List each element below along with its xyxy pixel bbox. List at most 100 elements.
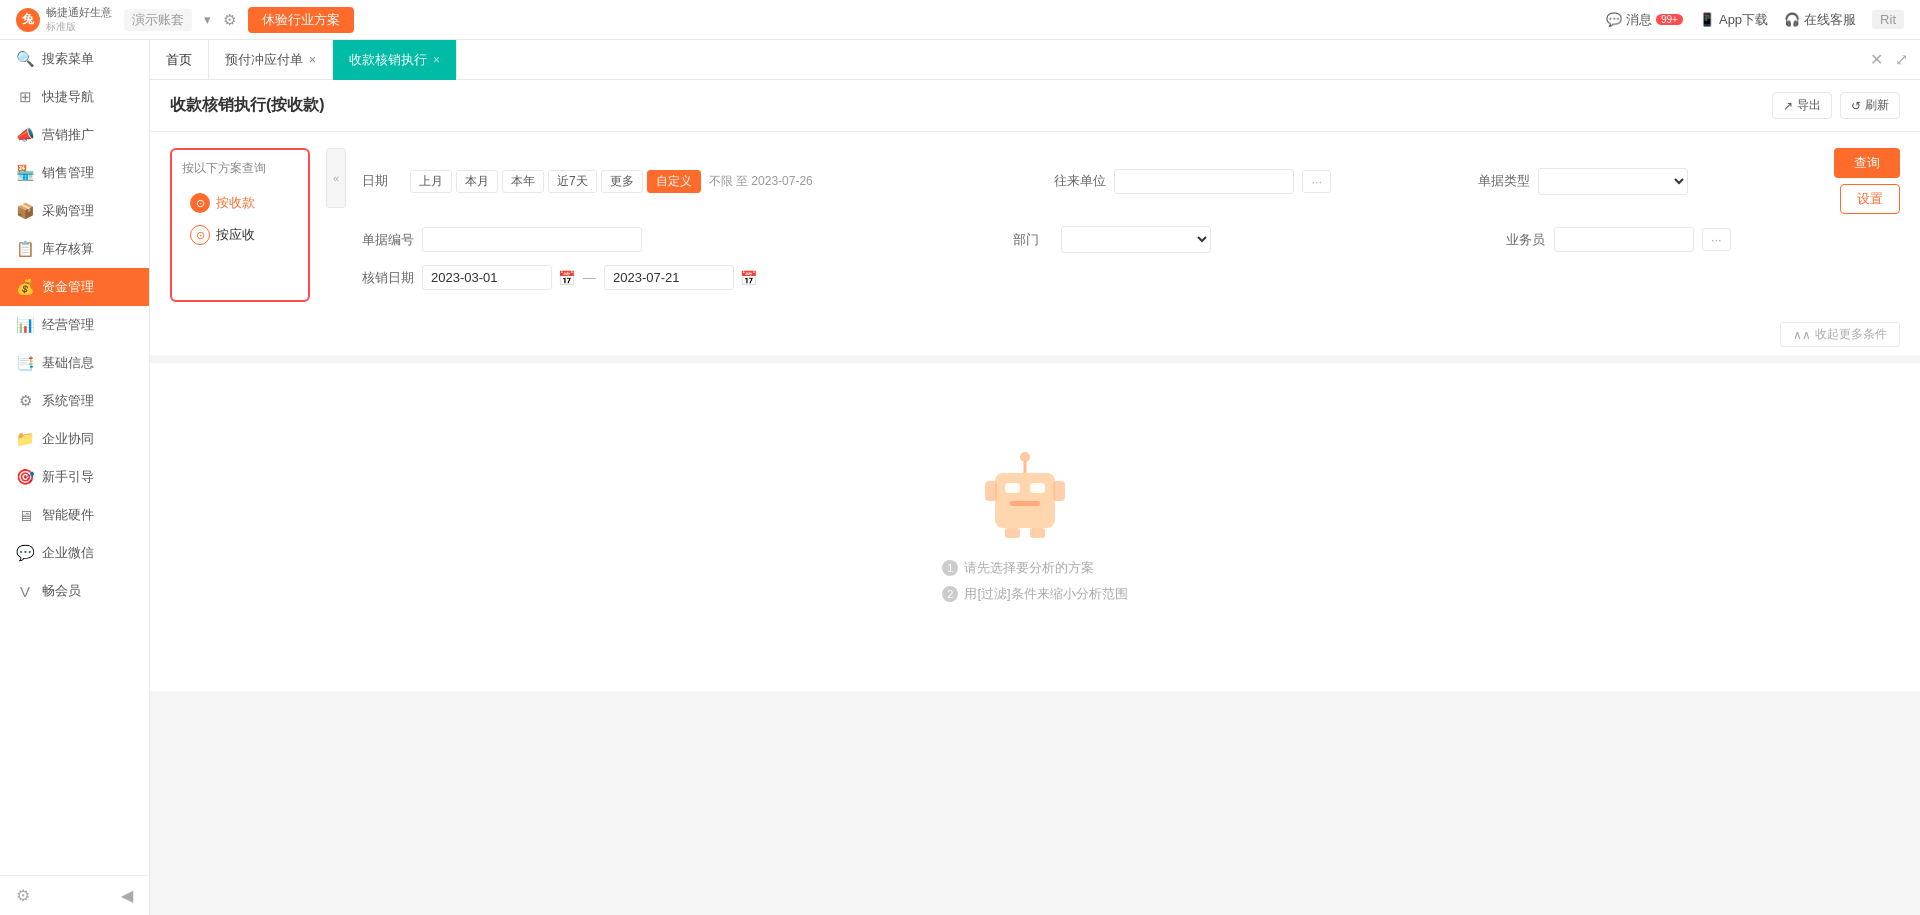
sidebar-item-member[interactable]: V 畅会员 — [0, 572, 149, 610]
query-row-2: 单据编号 部门 业务员 ··· — [362, 226, 1900, 253]
empty-state: 1 请先选择要分析的方案 2 用[过滤]条件来缩小分析范围 — [150, 363, 1920, 691]
date-btn-custom[interactable]: 自定义 — [647, 170, 701, 193]
filter-option-by-receivable[interactable]: ⊙ 按应收 — [182, 219, 298, 251]
sidebar-item-enterprise[interactable]: 📁 企业协同 — [0, 420, 149, 458]
sidebar-item-hardware[interactable]: 🖥 智能硬件 — [0, 496, 149, 534]
svg-rect-5 — [1053, 481, 1065, 501]
receipt-icon: ⊙ — [190, 193, 210, 213]
doc-type-select[interactable] — [1538, 168, 1688, 195]
tab-collection[interactable]: 收款核销执行 × — [333, 40, 457, 80]
target-icon: 🎯 — [16, 468, 34, 486]
tab-home[interactable]: 首页 — [150, 40, 209, 80]
verify-date-start[interactable] — [422, 265, 552, 290]
tab-collection-close[interactable]: × — [433, 53, 440, 67]
search-icon: 🔍 — [16, 50, 34, 68]
verify-date-end[interactable] — [604, 265, 734, 290]
tab-close-all-icon[interactable]: ✕ — [1866, 46, 1887, 73]
app-logo: 兔 畅捷通好生意 标准版 — [16, 5, 112, 34]
sidebar-item-operations[interactable]: 📊 经营管理 — [0, 306, 149, 344]
sidebar-label-operations: 经营管理 — [42, 316, 94, 334]
clipboard-icon: 📋 — [16, 240, 34, 258]
sidebar-item-sales[interactable]: 🏪 销售管理 — [0, 154, 149, 192]
sidebar-item-quick-nav[interactable]: ⊞ 快捷导航 — [0, 78, 149, 116]
date-btn-this-month[interactable]: 本月 — [456, 170, 498, 193]
svg-rect-7 — [1030, 528, 1045, 538]
date-btn-this-year[interactable]: 本年 — [502, 170, 544, 193]
bottom-settings-icon[interactable]: ⚙ — [16, 886, 30, 905]
settings-icon[interactable]: ⚙ — [223, 11, 236, 29]
sidebar-label-enterprise: 企业协同 — [42, 430, 94, 448]
message-badge: 99+ — [1656, 14, 1683, 25]
sidebar-item-inventory[interactable]: 📋 库存核算 — [0, 230, 149, 268]
sidebar-item-basic-info[interactable]: 📑 基础信息 — [0, 344, 149, 382]
svg-point-9 — [1020, 452, 1030, 462]
partner-field: 往来单位 ··· — [1054, 169, 1457, 194]
date-btn-7days[interactable]: 近7天 — [548, 170, 597, 193]
main-content: 首页 预付冲应付单 × 收款核销执行 × ✕ ⤢ 收款核销执行(按收款) ↗ 导… — [150, 40, 1920, 915]
sidebar-label-search-menu: 搜索菜单 — [42, 50, 94, 68]
cal-end-icon[interactable]: 📅 — [740, 270, 757, 286]
doc-no-label: 单据编号 — [362, 231, 414, 249]
verify-date-start-group: 📅 — [422, 265, 575, 290]
sidebar-label-finance: 资金管理 — [42, 278, 94, 296]
staff-field: 业务员 ··· — [1506, 227, 1900, 252]
company-dropdown-icon[interactable]: ▾ — [204, 12, 211, 27]
page-header-actions: ↗ 导出 ↺ 刷新 — [1772, 92, 1900, 119]
sidebar-item-wechat[interactable]: 💬 企业微信 — [0, 534, 149, 572]
staff-ellipsis-btn[interactable]: ··· — [1702, 228, 1731, 251]
collapse-filter-btn[interactable]: « — [326, 148, 346, 208]
staff-label: 业务员 — [1506, 231, 1546, 249]
sidebar-label-guide: 新手引导 — [42, 468, 94, 486]
logo-icon: 兔 — [16, 8, 40, 32]
doc-no-input[interactable] — [422, 227, 642, 252]
dept-field: 部门 — [1013, 226, 1486, 253]
verify-date-field: 核销日期 📅 — 📅 — [362, 265, 1900, 290]
date-label: 日期 — [362, 172, 402, 190]
refresh-btn[interactable]: ↺ 刷新 — [1840, 92, 1900, 119]
date-btn-last-month[interactable]: 上月 — [410, 170, 452, 193]
settings-btn[interactable]: 设置 — [1840, 184, 1900, 214]
partner-ellipsis-btn[interactable]: ··· — [1302, 170, 1331, 193]
doc-type-field: 单据类型 — [1478, 168, 1814, 195]
app-download-action[interactable]: 📱 App下载 — [1699, 11, 1768, 29]
collapse-more-btn[interactable]: ∧∧ 收起更多条件 — [1780, 322, 1900, 347]
dept-select[interactable] — [1061, 226, 1211, 253]
tab-maximize-icon[interactable]: ⤢ — [1891, 46, 1912, 73]
empty-hints: 1 请先选择要分析的方案 2 用[过滤]条件来缩小分析范围 — [942, 559, 1127, 611]
export-btn[interactable]: ↗ 导出 — [1772, 92, 1832, 119]
sidebar-label-wechat: 企业微信 — [42, 544, 94, 562]
svg-rect-6 — [1005, 528, 1020, 538]
date-field: 日期 上月 本月 本年 近7天 更多 自定义 不限 至 2023-07-26 — [362, 170, 1034, 193]
cal-start-icon[interactable]: 📅 — [558, 270, 575, 286]
sidebar-label-member: 畅会员 — [42, 582, 81, 600]
box-icon: 📦 — [16, 202, 34, 220]
online-service-action[interactable]: 🎧 在线客服 — [1784, 11, 1856, 29]
query-btn[interactable]: 查询 — [1834, 148, 1900, 178]
collapse-sidebar-icon[interactable]: ◀ — [121, 886, 133, 905]
message-action[interactable]: 💬 消息 99+ — [1606, 11, 1683, 29]
sidebar-label-basic-info: 基础信息 — [42, 354, 94, 372]
user-name[interactable]: Rit — [1872, 10, 1904, 29]
sidebar-item-finance[interactable]: 💰 资金管理 — [0, 268, 149, 306]
sidebar-item-guide[interactable]: 🎯 新手引导 — [0, 458, 149, 496]
date-btn-more[interactable]: 更多 — [601, 170, 643, 193]
partner-input[interactable] — [1114, 169, 1294, 194]
tab-prepay[interactable]: 预付冲应付单 × — [209, 40, 333, 80]
filter-option-by-receipt[interactable]: ⊙ 按收款 — [182, 187, 298, 219]
folder-icon: 📁 — [16, 430, 34, 448]
sidebar-item-system[interactable]: ⚙ 系统管理 — [0, 382, 149, 420]
svg-rect-0 — [995, 473, 1055, 528]
industry-btn[interactable]: 休验行业方案 — [248, 7, 354, 33]
message-icon: 💬 — [1606, 12, 1622, 27]
collapse-more-bar: ∧∧ 收起更多条件 — [150, 318, 1920, 355]
sidebar-item-search-menu[interactable]: 🔍 搜索菜单 — [0, 40, 149, 78]
sidebar-item-purchase[interactable]: 📦 采购管理 — [0, 192, 149, 230]
export-icon: ↗ — [1783, 99, 1793, 113]
doc-no-field: 单据编号 — [362, 227, 993, 252]
sidebar-item-marketing[interactable]: 📣 营销推广 — [0, 116, 149, 154]
tab-prepay-close[interactable]: × — [309, 53, 316, 67]
staff-input[interactable] — [1554, 227, 1694, 252]
company-name[interactable]: 演示账套 — [124, 9, 192, 31]
top-bar-left: 兔 畅捷通好生意 标准版 演示账套 ▾ ⚙ 休验行业方案 — [16, 5, 354, 34]
filter-area: 按以下方案查询 ⊙ 按收款 ⊙ 按应收 « 日期 — [150, 132, 1920, 318]
